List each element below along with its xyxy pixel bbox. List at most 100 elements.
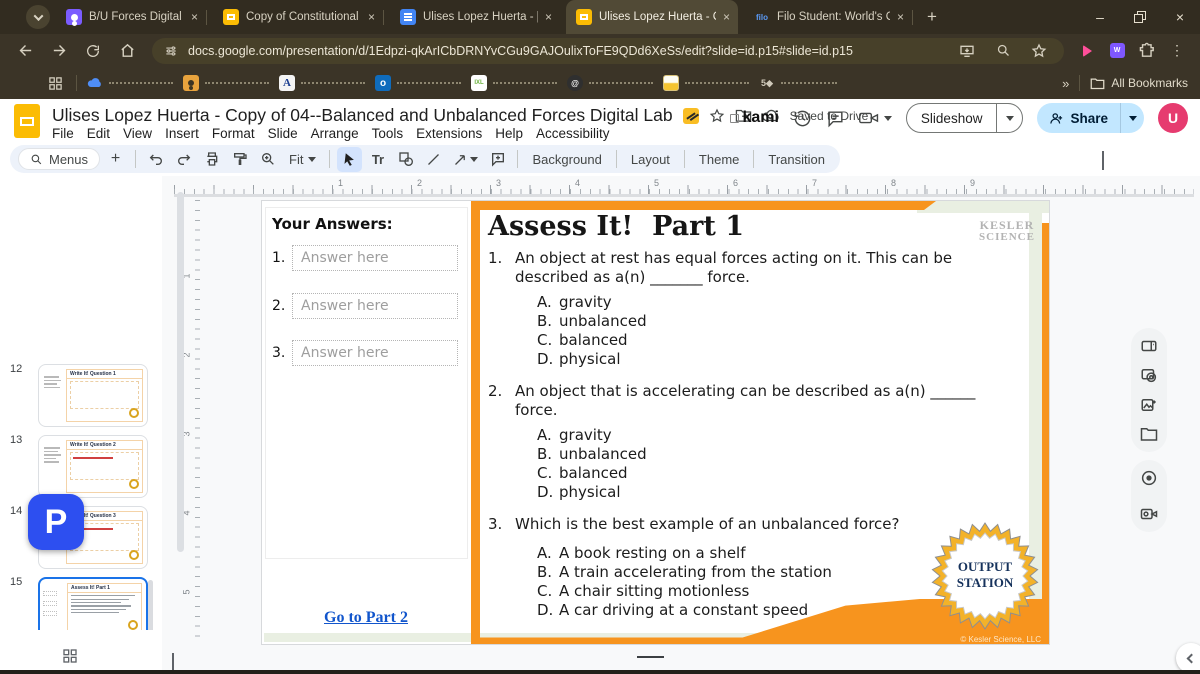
google-slides-logo[interactable] [14, 104, 40, 138]
bookmark-item-dark-circle[interactable]: @ [567, 75, 653, 91]
undo-button[interactable] [143, 147, 168, 172]
bookmark-item-sunrise[interactable] [663, 75, 749, 91]
close-window-button[interactable]: × [1160, 0, 1200, 34]
kami-extension-icon[interactable] [682, 107, 699, 124]
comments-button[interactable] [826, 109, 845, 128]
arrow-tool-button[interactable] [449, 147, 482, 172]
close-tab-icon[interactable]: × [723, 11, 730, 23]
bookmark-item-achieve[interactable]: A [279, 75, 365, 91]
kami-button[interactable]: kami [730, 109, 779, 127]
slideshow-dropdown[interactable] [996, 104, 1022, 132]
tab-active-copy-of-forces[interactable]: Ulises Lopez Huerta - Copy of × [566, 0, 738, 34]
print-button[interactable] [199, 147, 224, 172]
bookmarks-apps-button[interactable] [44, 69, 66, 97]
select-tool-button[interactable] [337, 146, 363, 172]
search-in-page-button[interactable] [990, 38, 1016, 64]
menu-slide[interactable]: Slide [268, 126, 298, 141]
new-tab-button[interactable]: + [927, 7, 937, 27]
browser-menu-button[interactable]: ⋮ [1164, 38, 1190, 64]
share-dropdown[interactable] [1120, 103, 1144, 133]
bookmark-item-drive[interactable] [87, 75, 173, 91]
reload-button[interactable] [78, 37, 108, 65]
shape-tool-button[interactable] [393, 147, 418, 172]
zoom-button[interactable] [255, 147, 280, 172]
tab-constitutional[interactable]: Copy of Constitutional Conven × [213, 0, 383, 34]
flashcard-button[interactable] [1140, 337, 1158, 355]
menu-accessibility[interactable]: Accessibility [536, 126, 610, 141]
restore-button[interactable] [1120, 0, 1160, 34]
grid-view-button[interactable] [62, 648, 78, 664]
speaker-notes-handle[interactable] [637, 656, 664, 658]
document-title[interactable]: Ulises Lopez Huerta - Copy of 04--Balanc… [52, 105, 673, 126]
version-history-button[interactable] [793, 109, 812, 128]
toolbar-collapse-button[interactable] [1102, 151, 1104, 170]
line-tool-button[interactable] [421, 147, 446, 172]
paint-format-button[interactable] [227, 147, 252, 172]
menu-help[interactable]: Help [495, 126, 523, 141]
menu-extensions[interactable]: Extensions [416, 126, 482, 141]
camera-record-button[interactable] [1140, 505, 1158, 523]
bookmark-item-classroom[interactable] [183, 75, 269, 91]
menu-edit[interactable]: Edit [87, 126, 110, 141]
tab-bu-forces[interactable]: B/U Forces Digital Lab × [56, 0, 206, 34]
extensions-menu-button[interactable] [1134, 38, 1160, 64]
menu-insert[interactable]: Insert [165, 126, 199, 141]
bookmark-item-outlook[interactable]: o [375, 75, 461, 91]
back-button[interactable] [10, 37, 40, 65]
forward-button[interactable] [44, 37, 74, 65]
menu-tools[interactable]: Tools [372, 126, 404, 141]
background-button[interactable]: Background [525, 152, 608, 167]
meet-button[interactable] [858, 110, 892, 126]
menu-file[interactable]: File [52, 126, 74, 141]
bookmarks-overflow-button[interactable]: » [1062, 76, 1069, 91]
layout-button[interactable]: Layout [624, 152, 677, 167]
transition-button[interactable]: Transition [761, 152, 832, 167]
address-bar[interactable]: docs.google.com/presentation/d/1Edpzi-qk… [152, 37, 1064, 64]
menu-view[interactable]: View [123, 126, 152, 141]
slide-thumbnail-15-selected[interactable]: Assess It! Part 1 [38, 577, 148, 630]
extension-readwrite-button[interactable]: W [1104, 38, 1130, 64]
screen-capture-button[interactable] [1140, 366, 1158, 384]
answer-input-3[interactable]: Answer here [292, 340, 458, 366]
tab-filo[interactable]: filo Filo Student: World's Only Live × [744, 0, 912, 34]
all-bookmarks-button[interactable]: All Bookmarks [1090, 76, 1188, 90]
answer-input-1[interactable]: Answer here [292, 245, 458, 271]
slideshow-button[interactable]: Slideshow [905, 103, 1024, 133]
fit-zoom-select[interactable]: Fit [283, 152, 322, 167]
folder-button[interactable] [1140, 425, 1158, 443]
bookmark-item-five[interactable]: 5◆ [759, 75, 837, 91]
close-tab-icon[interactable]: × [545, 11, 552, 23]
filmstrip-scrollbar[interactable] [148, 580, 153, 630]
tab-template[interactable]: Ulises Lopez Huerta - [Templat × [390, 0, 560, 34]
bookmark-star-button[interactable] [1026, 38, 1052, 64]
scrollbar[interactable] [177, 192, 184, 552]
search-menus-button[interactable]: Menus [18, 148, 101, 170]
send-to-device-button[interactable] [954, 38, 980, 64]
go-to-part-2-link[interactable]: Go to Part 2 [262, 609, 470, 627]
theme-button[interactable]: Theme [692, 152, 746, 167]
account-avatar[interactable]: U [1158, 103, 1188, 133]
filmstrip-collapse-button[interactable] [172, 653, 174, 672]
menu-arrange[interactable]: Arrange [311, 126, 359, 141]
slide-thumbnail-12[interactable]: Write It! Question 1 [38, 364, 148, 427]
close-tab-icon[interactable]: × [897, 11, 904, 23]
close-tab-icon[interactable]: × [191, 11, 198, 23]
record-button[interactable] [1140, 469, 1158, 487]
side-panel-toggle-button[interactable] [1176, 643, 1200, 673]
slide-canvas[interactable]: © Kesler Science, LLC Your Answers: 1. A… [261, 200, 1050, 645]
new-slide-button[interactable]: + [103, 147, 128, 172]
minimize-button[interactable]: – [1080, 0, 1120, 34]
menu-format[interactable]: Format [212, 126, 255, 141]
extension-pink-button[interactable] [1074, 38, 1100, 64]
slide-thumbnail-13[interactable]: Write It! Question 2 [38, 435, 148, 498]
close-tab-icon[interactable]: × [368, 11, 375, 23]
text-box-tool-button[interactable]: Tr [365, 147, 390, 172]
home-button[interactable] [112, 37, 142, 65]
site-info-icon[interactable] [164, 44, 178, 58]
image-export-button[interactable] [1140, 396, 1158, 414]
bookmark-item-ixl[interactable]: IXL [471, 75, 557, 91]
share-button[interactable]: Share [1037, 103, 1144, 133]
tab-search-button[interactable] [26, 5, 50, 29]
insert-comment-button[interactable] [485, 147, 510, 172]
p-extension-badge[interactable]: P [28, 494, 84, 550]
